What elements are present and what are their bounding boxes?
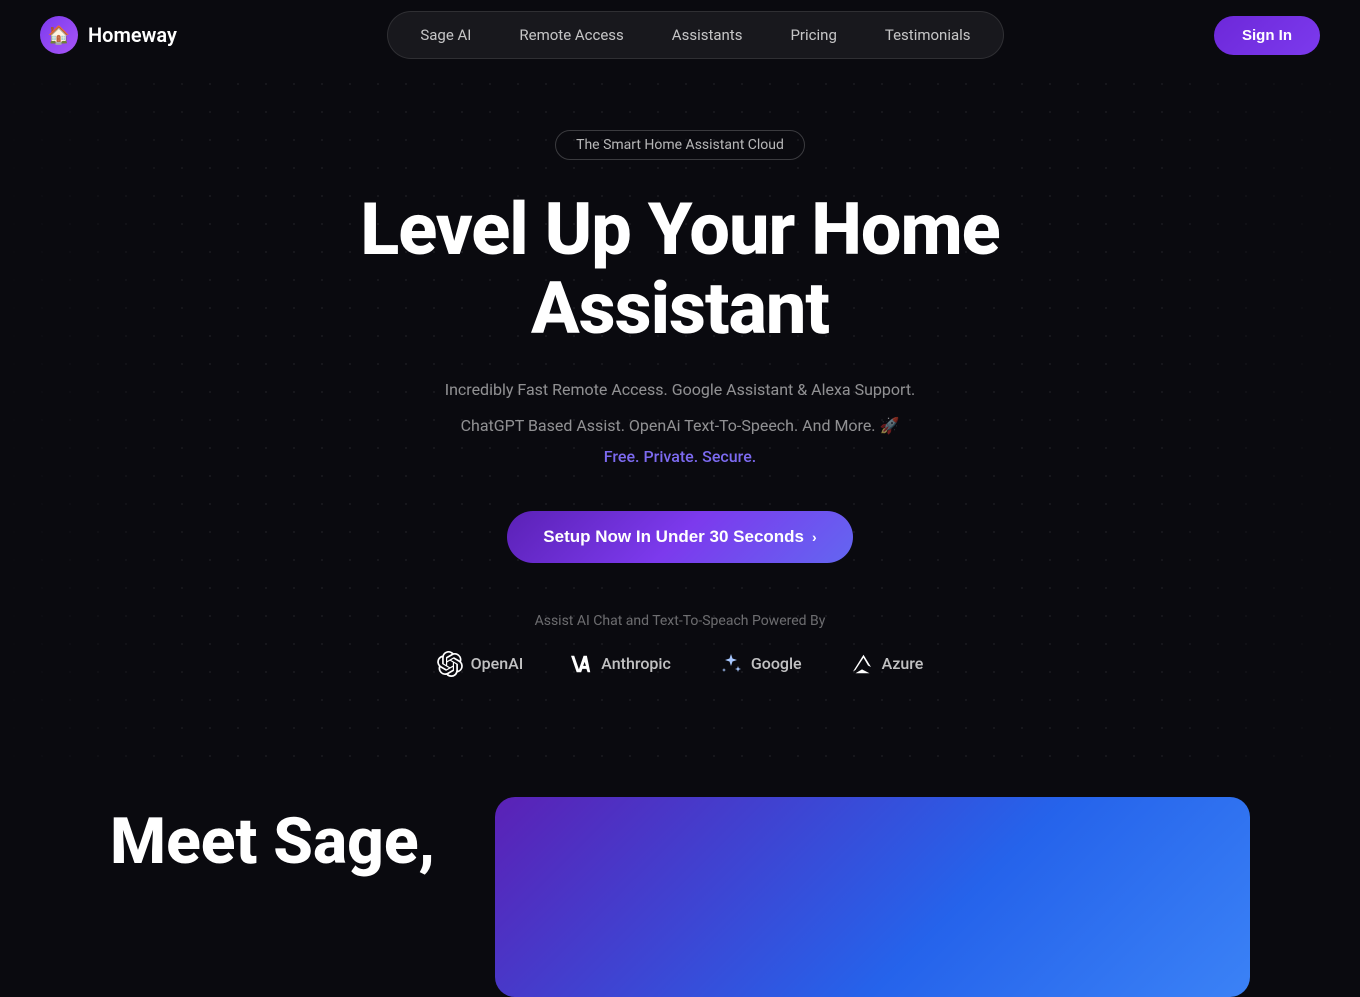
cta-arrow-icon: › (812, 529, 817, 545)
nav-item-testimonials[interactable]: Testimonials (863, 18, 993, 52)
cta-button[interactable]: Setup Now In Under 30 Seconds › (507, 511, 852, 563)
anthropic-icon (571, 653, 593, 675)
azure-icon (850, 652, 874, 676)
logo-icon: 🏠 (40, 16, 78, 54)
meet-sage-text: Meet Sage, (110, 797, 435, 877)
logo[interactable]: 🏠 Homeway (40, 16, 177, 54)
nav-item-assistants[interactable]: Assistants (650, 18, 765, 52)
hero-subtitle-1: Incredibly Fast Remote Access. Google As… (230, 376, 1130, 403)
logo-text: Homeway (88, 23, 177, 47)
ai-provider-google: Google (719, 652, 802, 676)
hero-section: The Smart Home Assistant Cloud Level Up … (0, 70, 1360, 757)
hero-content: The Smart Home Assistant Cloud Level Up … (230, 130, 1130, 677)
nav-item-pricing[interactable]: Pricing (768, 18, 858, 52)
bottom-section: Meet Sage, (0, 757, 1360, 997)
openai-icon (437, 651, 463, 677)
azure-label: Azure (882, 654, 924, 673)
sage-card (495, 797, 1250, 997)
google-sparkle-icon (719, 652, 743, 676)
nav-item-sage-ai[interactable]: Sage AI (398, 18, 493, 52)
hero-badge: The Smart Home Assistant Cloud (555, 130, 805, 160)
hero-subtitle-2: ChatGPT Based Assist. OpenAi Text-To-Spe… (230, 412, 1130, 439)
hero-tagline: Free. Private. Secure. (230, 447, 1130, 466)
cta-label: Setup Now In Under 30 Seconds (543, 527, 804, 547)
ai-provider-anthropic: Anthropic (571, 653, 671, 675)
meet-sage-heading: Meet Sage, (110, 797, 435, 877)
ai-provider-azure: Azure (850, 652, 924, 676)
nav-item-remote-access[interactable]: Remote Access (497, 18, 645, 52)
openai-label: OpenAI (471, 654, 524, 673)
ai-provider-openai: OpenAI (437, 651, 524, 677)
google-label: Google (751, 654, 802, 673)
navbar: 🏠 Homeway Sage AI Remote Access Assistan… (0, 0, 1360, 70)
ai-logos-row: OpenAI Anthropic (230, 651, 1130, 677)
hero-title: Level Up Your Home Assistant (230, 190, 1130, 348)
powered-by-text: Assist AI Chat and Text-To-Speach Powere… (230, 613, 1130, 629)
anthropic-label: Anthropic (601, 654, 671, 673)
sign-in-button[interactable]: Sign In (1214, 16, 1320, 55)
nav-links: Sage AI Remote Access Assistants Pricing… (387, 11, 1003, 59)
